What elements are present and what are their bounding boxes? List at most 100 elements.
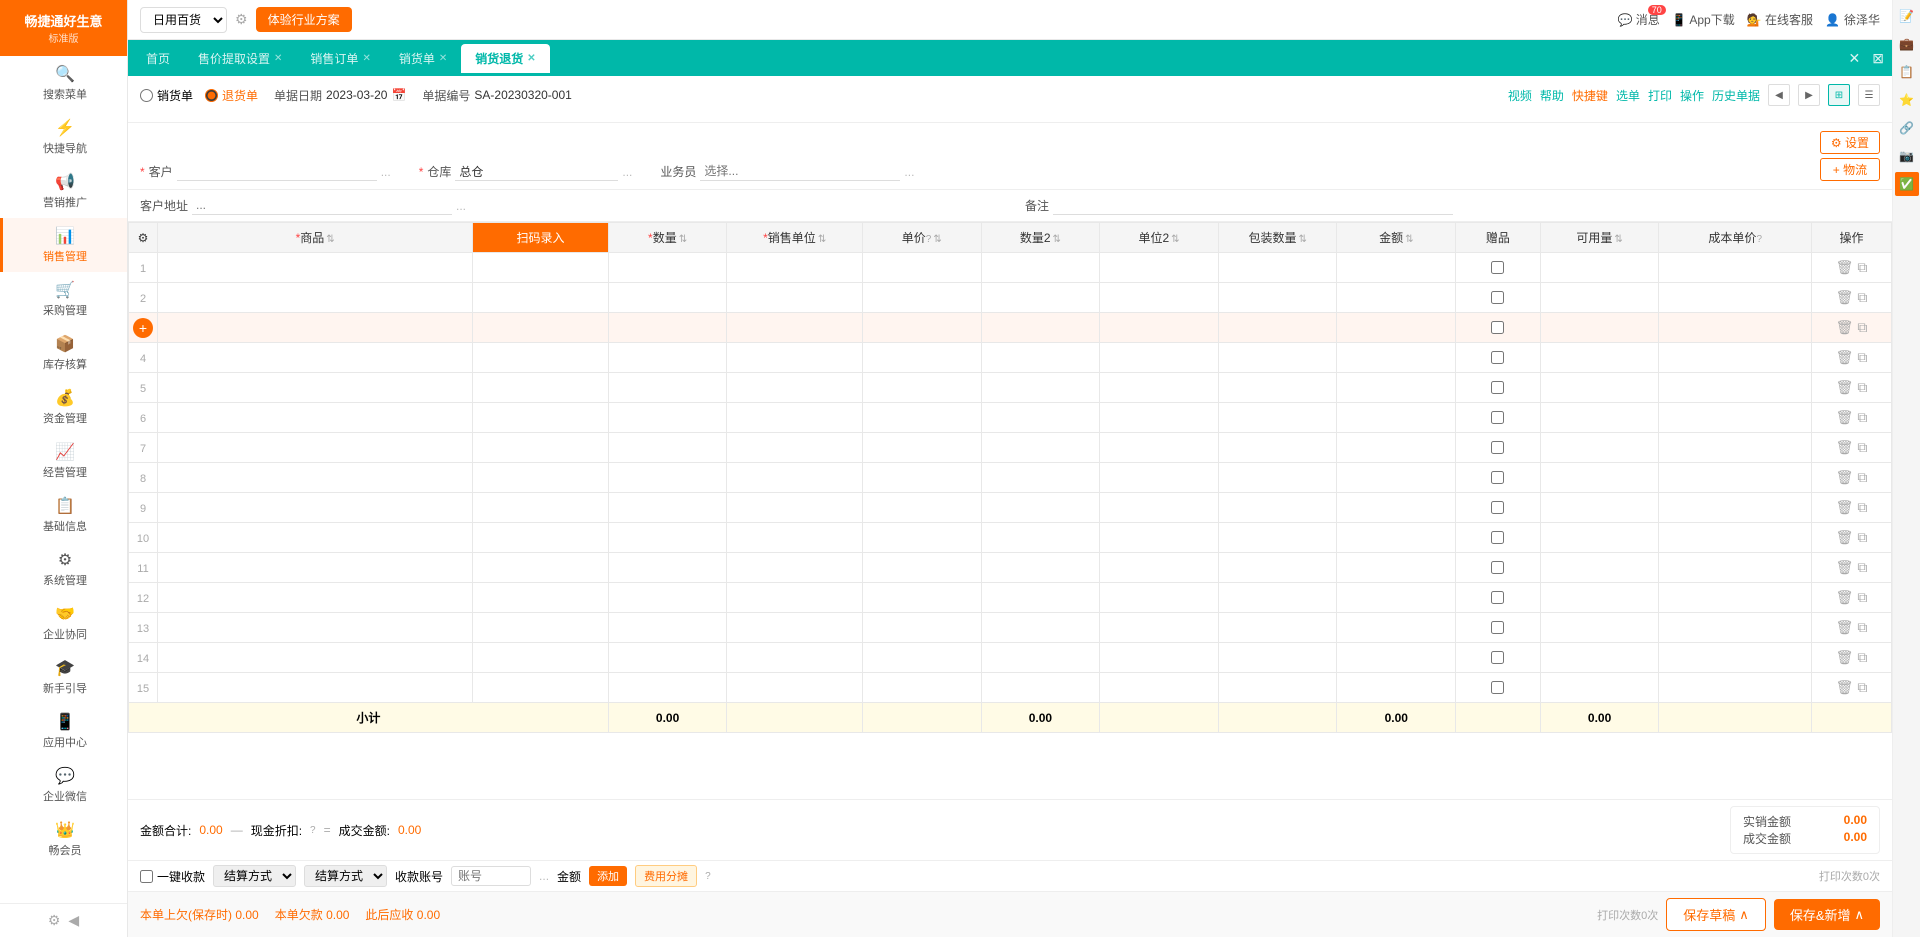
rp-check-icon[interactable]: ✅ xyxy=(1895,172,1919,196)
radio-sales-return[interactable]: 退货单 xyxy=(205,87,258,104)
rp-list-icon[interactable]: 📋 xyxy=(1895,60,1919,84)
row12-copy-icon[interactable]: ⧉ xyxy=(1857,589,1867,606)
row14-gift-check[interactable] xyxy=(1491,651,1504,664)
sidebar-item-quick-nav[interactable]: ⚡ 快捷导航 xyxy=(0,110,127,164)
sidebar-item-marketing[interactable]: 📢 营销推广 xyxy=(0,164,127,218)
addr-select-btn[interactable]: ... xyxy=(456,199,466,213)
row2-cost[interactable] xyxy=(1659,283,1812,313)
trial-plan-button[interactable]: 体验行业方案 xyxy=(256,7,352,32)
remark-input[interactable] xyxy=(1053,196,1453,215)
sidebar-collapse-icon[interactable]: ◀ xyxy=(68,912,79,929)
row3-gift[interactable] xyxy=(1456,313,1541,343)
one-click-pay-checkbox[interactable] xyxy=(140,870,153,883)
row2-unit[interactable] xyxy=(727,283,863,313)
print-link[interactable]: 打印 xyxy=(1648,87,1672,104)
row15-gift-check[interactable] xyxy=(1491,681,1504,694)
row1-unit[interactable] xyxy=(727,253,863,283)
tab-maximize-icon[interactable]: ⊠ xyxy=(1868,48,1888,69)
row2-gift[interactable] xyxy=(1456,283,1541,313)
row10-delete-icon[interactable]: 🗑 xyxy=(1836,529,1854,546)
row1-price[interactable] xyxy=(862,253,981,283)
row3-add[interactable]: + xyxy=(129,313,158,343)
sidebar-item-search[interactable]: 🔍 搜索菜单 xyxy=(0,56,127,110)
sidebar-item-inventory[interactable]: 📦 库存核算 xyxy=(0,326,127,380)
row2-copy-icon[interactable]: ⧉ xyxy=(1857,289,1867,306)
cost-help-icon[interactable]: ? xyxy=(1756,234,1762,245)
radio-sales-delivery-input[interactable] xyxy=(140,89,153,102)
row3-unit2[interactable] xyxy=(1100,313,1219,343)
one-click-pay-checkbox-group[interactable]: 一键收款 xyxy=(140,868,205,885)
row4-gift-check[interactable] xyxy=(1491,351,1504,364)
row5-delete-icon[interactable]: 🗑 xyxy=(1836,379,1854,396)
tab-price-setup-close[interactable]: ✕ xyxy=(274,53,282,64)
collection-dots[interactable]: ... xyxy=(539,869,549,883)
customer-input[interactable] xyxy=(177,162,377,181)
row15-copy-icon[interactable]: ⧉ xyxy=(1857,679,1867,696)
user-profile[interactable]: 👤 徐泽华 xyxy=(1825,11,1880,28)
row13-gift-check[interactable] xyxy=(1491,621,1504,634)
row12-delete-icon[interactable]: 🗑 xyxy=(1836,589,1854,606)
tab-sales-order[interactable]: 销售订单 ✕ xyxy=(296,44,384,73)
price-help-icon[interactable]: ? xyxy=(926,234,932,245)
tab-close-all-icon[interactable]: ✕ xyxy=(1845,48,1865,69)
price-sort-icon[interactable]: ⇅ xyxy=(933,234,941,245)
shortcut-link[interactable]: 快捷键 xyxy=(1572,87,1608,104)
help-link[interactable]: 帮助 xyxy=(1540,87,1564,104)
row2-delete-icon[interactable]: 🗑 xyxy=(1836,289,1854,306)
row6-copy-icon[interactable]: ⧉ xyxy=(1857,409,1867,426)
row2-qty[interactable] xyxy=(608,283,727,313)
row3-pkg[interactable] xyxy=(1218,313,1337,343)
row2-pkg[interactable] xyxy=(1218,283,1337,313)
history-link[interactable]: 历史单据 xyxy=(1712,87,1760,104)
qty-sort-icon[interactable]: ⇅ xyxy=(679,234,687,245)
row7-delete-icon[interactable]: 🗑 xyxy=(1836,439,1854,456)
video-link[interactable]: 视频 xyxy=(1508,87,1532,104)
row5-copy-icon[interactable]: ⧉ xyxy=(1857,379,1867,396)
online-service-button[interactable]: 💁 在线客服 xyxy=(1747,11,1813,28)
rp-notes-icon[interactable]: 📝 xyxy=(1895,4,1919,28)
row9-gift-check[interactable] xyxy=(1491,501,1504,514)
tab-sales-delivery[interactable]: 销货单 ✕ xyxy=(385,44,461,73)
customer-select-btn[interactable]: ... xyxy=(381,165,391,179)
row1-cost[interactable] xyxy=(1659,253,1812,283)
fee-help-icon[interactable]: ? xyxy=(705,871,711,882)
layout-grid-btn[interactable]: ⊞ xyxy=(1828,84,1850,106)
sidebar-settings-icon[interactable]: ⚙ xyxy=(48,912,61,929)
row1-qty[interactable] xyxy=(608,253,727,283)
message-button[interactable]: 💬 消息 70 xyxy=(1617,11,1659,28)
save-draft-button[interactable]: 保存草稿 ∧ xyxy=(1666,898,1766,931)
row11-gift-check[interactable] xyxy=(1491,561,1504,574)
sidebar-item-guide[interactable]: 🎓 新手引导 xyxy=(0,650,127,704)
row4-copy-icon[interactable]: ⧉ xyxy=(1857,349,1867,366)
row2-unit2[interactable] xyxy=(1100,283,1219,313)
row3-copy-icon[interactable]: ⧉ xyxy=(1857,319,1867,336)
tab-sales-return-close[interactable]: ✕ xyxy=(527,53,535,64)
row8-gift-check[interactable] xyxy=(1491,471,1504,484)
row6-delete-icon[interactable]: 🗑 xyxy=(1836,409,1854,426)
row10-copy-icon[interactable]: ⧉ xyxy=(1857,529,1867,546)
row3-avail[interactable] xyxy=(1540,313,1659,343)
tab-sales-order-close[interactable]: ✕ xyxy=(362,53,370,64)
add-collection-button[interactable]: 添加 xyxy=(589,866,627,886)
row3-gift-check[interactable] xyxy=(1491,321,1504,334)
unit2-sort-icon[interactable]: ⇅ xyxy=(1171,234,1179,245)
row8-delete-icon[interactable]: 🗑 xyxy=(1836,469,1854,486)
row7-copy-icon[interactable]: ⧉ xyxy=(1857,439,1867,456)
logistics-button[interactable]: + 物流 xyxy=(1820,158,1880,181)
radio-sales-return-input[interactable] xyxy=(205,89,218,102)
row1-pkg[interactable] xyxy=(1218,253,1337,283)
row11-copy-icon[interactable]: ⧉ xyxy=(1857,559,1867,576)
rp-link-icon[interactable]: 🔗 xyxy=(1895,116,1919,140)
row2-amount[interactable] xyxy=(1337,283,1456,313)
discount-help-icon[interactable]: ? xyxy=(310,825,316,836)
sidebar-item-operations[interactable]: 📈 经营管理 xyxy=(0,434,127,488)
row3-unit[interactable] xyxy=(727,313,863,343)
topbar-gear-icon[interactable]: ⚙ xyxy=(235,11,248,28)
prev-doc-btn[interactable]: ◀ xyxy=(1768,84,1790,106)
row11-delete-icon[interactable]: 🗑 xyxy=(1836,559,1854,576)
row1-gift-check[interactable] xyxy=(1491,261,1504,274)
row9-copy-icon[interactable]: ⧉ xyxy=(1857,499,1867,516)
avail-sort-icon[interactable]: ⇅ xyxy=(1614,234,1622,245)
tab-sales-delivery-close[interactable]: ✕ xyxy=(439,53,447,64)
rp-photo-icon[interactable]: 📷 xyxy=(1895,144,1919,168)
